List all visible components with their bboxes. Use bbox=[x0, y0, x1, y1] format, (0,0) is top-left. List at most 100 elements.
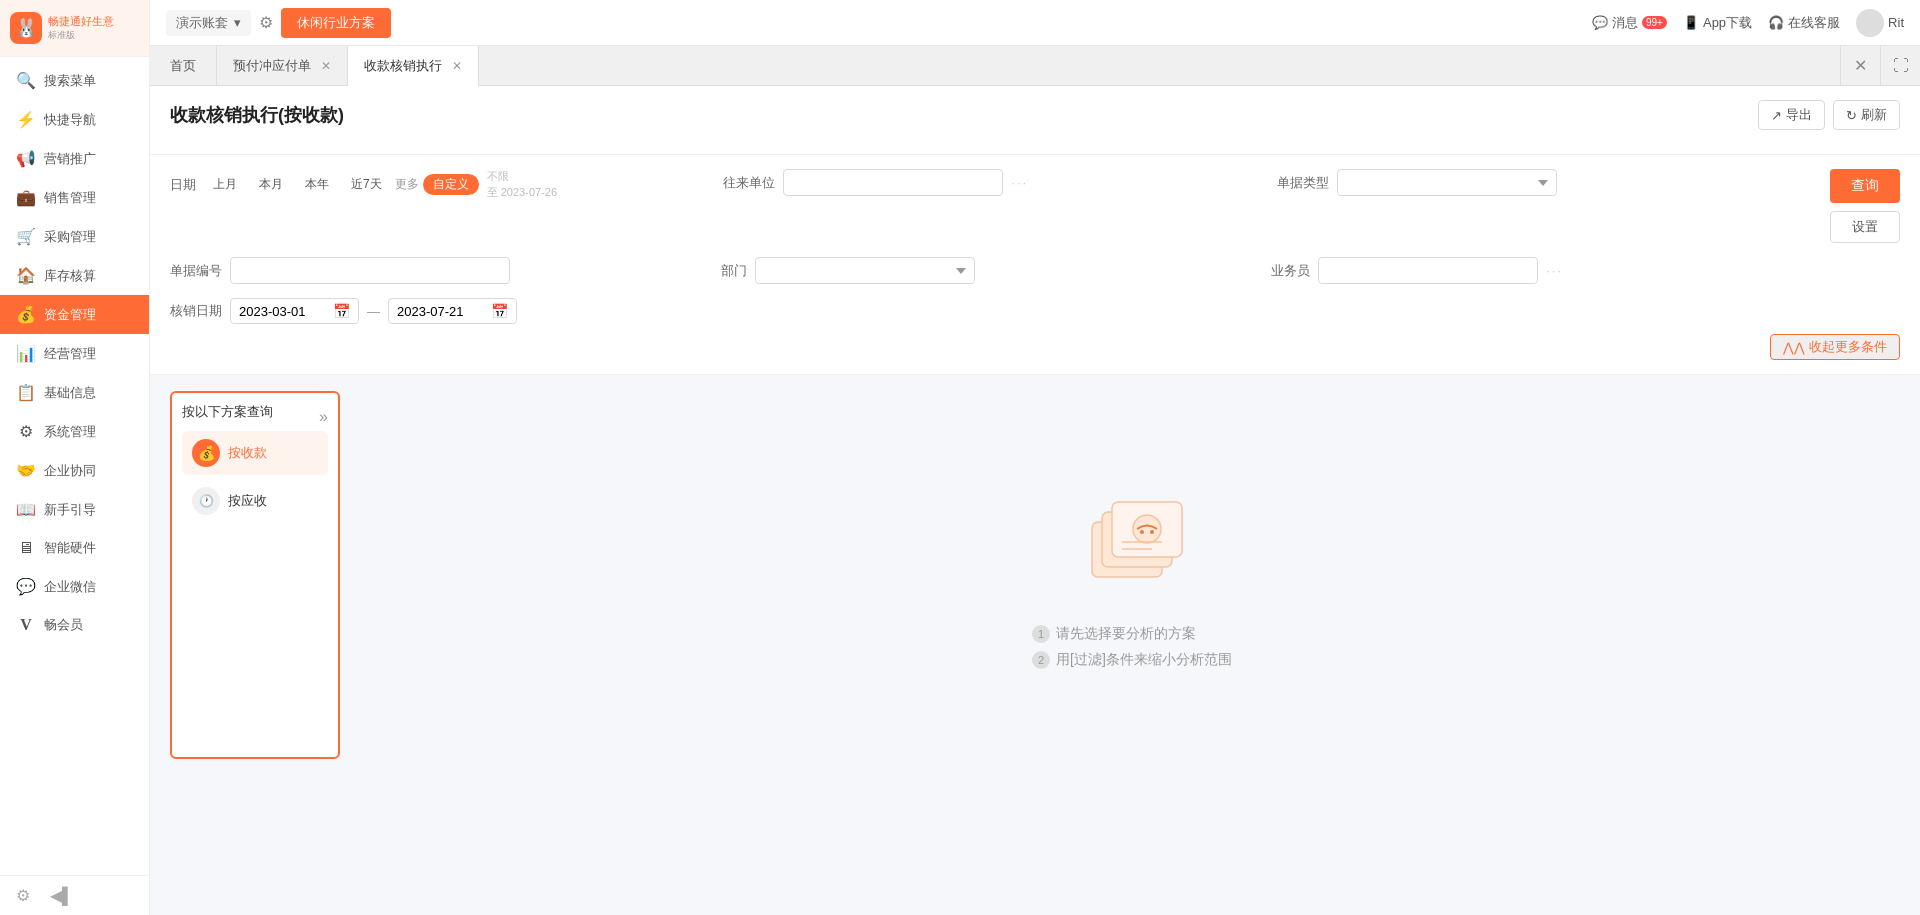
empty-tip-1: 请先选择要分析的方案 bbox=[1056, 625, 1196, 643]
date-btn-7days[interactable]: 近7天 bbox=[342, 172, 391, 197]
online-service-label: 在线客服 bbox=[1788, 14, 1840, 32]
counterpart-input[interactable] bbox=[783, 169, 1003, 196]
bill-no-input[interactable] bbox=[230, 257, 510, 284]
service-icon: 🎧 bbox=[1768, 15, 1784, 30]
page-actions: ↗ 导出 ↻ 刷新 bbox=[1758, 100, 1900, 130]
sidebar-item-sales[interactable]: 💼 销售管理 bbox=[0, 178, 149, 217]
sidebar-item-label: 快捷导航 bbox=[44, 111, 96, 129]
date-btn-last-month[interactable]: 上月 bbox=[204, 172, 246, 197]
tab-prepay-close[interactable]: ✕ bbox=[321, 59, 331, 73]
sidebar-item-label: 企业协同 bbox=[44, 462, 96, 480]
counterpart-dots[interactable]: ··· bbox=[1011, 175, 1028, 190]
dept-select[interactable] bbox=[755, 257, 975, 284]
refresh-button[interactable]: ↻ 刷新 bbox=[1833, 100, 1900, 130]
sidebar-item-hardware[interactable]: 🖥 智能硬件 bbox=[0, 529, 149, 567]
sidebar-item-basic[interactable]: 📋 基础信息 bbox=[0, 373, 149, 412]
refresh-label: 刷新 bbox=[1861, 106, 1887, 124]
setting-button[interactable]: 设置 bbox=[1830, 211, 1900, 243]
date-btn-custom[interactable]: 自定义 bbox=[423, 174, 479, 195]
tab-home[interactable]: 首页 bbox=[150, 46, 217, 86]
sidebar-item-label: 企业微信 bbox=[44, 578, 96, 596]
vip-icon: V bbox=[16, 616, 36, 634]
app-download-button[interactable]: 📱 App下载 bbox=[1683, 14, 1752, 32]
filter-sidebar-item-receipt[interactable]: 💰 按收款 bbox=[182, 431, 328, 475]
empty-state: 1 请先选择要分析的方案 2 用[过滤]条件来缩小分析范围 bbox=[364, 391, 1900, 759]
collapse-sidebar-icon[interactable]: ◀▌ bbox=[50, 886, 73, 905]
svg-point-5 bbox=[1150, 530, 1154, 534]
verify-date-end-wrap: 📅 bbox=[388, 298, 517, 324]
hardware-icon: 🖥 bbox=[16, 539, 36, 557]
logo-badge: 标准版 bbox=[48, 29, 114, 42]
inventory-icon: 🏠 bbox=[16, 266, 36, 285]
sidebar-item-search[interactable]: 🔍 搜索菜单 bbox=[0, 61, 149, 100]
bill-type-select[interactable] bbox=[1337, 169, 1557, 196]
collapse-button[interactable]: ⋀⋀ 收起更多条件 bbox=[1770, 334, 1900, 360]
solution-button[interactable]: 休闲行业方案 bbox=[281, 8, 391, 38]
message-button[interactable]: 💬 消息 99+ bbox=[1592, 14, 1667, 32]
tab-home-label: 首页 bbox=[170, 57, 196, 75]
message-badge: 99+ bbox=[1642, 16, 1667, 29]
empty-tip-2: 用[过滤]条件来缩小分析范围 bbox=[1056, 651, 1232, 669]
tab-close-all-btn[interactable]: ✕ bbox=[1840, 46, 1880, 86]
date-btn-this-month[interactable]: 本月 bbox=[250, 172, 292, 197]
sidebar-item-marketing[interactable]: 📢 营销推广 bbox=[0, 139, 149, 178]
calendar-end-icon[interactable]: 📅 bbox=[491, 303, 508, 319]
filter-sidebar-item-receivable[interactable]: 🕐 按应收 bbox=[182, 479, 328, 523]
tab-prepay-label: 预付冲应付单 bbox=[233, 57, 311, 75]
receivable-scheme-label: 按应收 bbox=[228, 492, 267, 510]
company-name: 演示账套 bbox=[176, 14, 228, 32]
tab-receipt[interactable]: 收款核销执行 ✕ bbox=[348, 46, 479, 86]
date-btn-this-year[interactable]: 本年 bbox=[296, 172, 338, 197]
verify-date-end-input[interactable] bbox=[397, 304, 487, 319]
filter-panel: 日期 上月 本月 本年 近7天 更多 自定义 不限 至 2023-07-26 bbox=[150, 155, 1920, 375]
tab-receipt-label: 收款核销执行 bbox=[364, 57, 442, 75]
receipt-scheme-icon: 💰 bbox=[192, 439, 220, 467]
query-actions: 查询 设置 bbox=[1830, 169, 1900, 243]
sidebar-item-label: 系统管理 bbox=[44, 423, 96, 441]
sidebar-item-system[interactable]: ⚙ 系统管理 bbox=[0, 412, 149, 451]
online-service-button[interactable]: 🎧 在线客服 bbox=[1768, 14, 1840, 32]
export-button[interactable]: ↗ 导出 bbox=[1758, 100, 1825, 130]
sidebar-item-label: 智能硬件 bbox=[44, 539, 96, 557]
calendar-start-icon[interactable]: 📅 bbox=[333, 303, 350, 319]
date-btn-more[interactable]: 更多 bbox=[395, 176, 419, 193]
filter-sidebar-title: 按以下方案查询 bbox=[182, 403, 273, 421]
sidebar-item-label: 搜索菜单 bbox=[44, 72, 96, 90]
sidebar-menu: 🔍 搜索菜单 ⚡ 快捷导航 📢 营销推广 💼 销售管理 🛒 采购管理 🏠 库存核… bbox=[0, 57, 149, 875]
user-info[interactable]: Rit bbox=[1856, 9, 1904, 37]
tab-prepay[interactable]: 预付冲应付单 ✕ bbox=[217, 46, 348, 86]
username: Rit bbox=[1888, 15, 1904, 30]
tab-expand-btn[interactable]: ⛶ bbox=[1880, 46, 1920, 86]
content-body: 按以下方案查询 » 💰 按收款 🕐 按应收 bbox=[150, 375, 1920, 775]
filter-sidebar-collapse-icon[interactable]: » bbox=[319, 408, 328, 426]
purchase-icon: 🛒 bbox=[16, 227, 36, 246]
page-title: 收款核销执行(按收款) bbox=[170, 103, 344, 127]
sidebar-item-quicknav[interactable]: ⚡ 快捷导航 bbox=[0, 100, 149, 139]
sidebar-item-finance[interactable]: 💰 资金管理 bbox=[0, 295, 149, 334]
verify-date-start-input[interactable] bbox=[239, 304, 329, 319]
filter-sidebar: 按以下方案查询 » 💰 按收款 🕐 按应收 bbox=[170, 391, 340, 759]
cooperation-icon: 🤝 bbox=[16, 461, 36, 480]
verify-date-start-wrap: 📅 bbox=[230, 298, 359, 324]
sidebar-item-label: 畅会员 bbox=[44, 616, 83, 634]
sidebar-item-inventory[interactable]: 🏠 库存核算 bbox=[0, 256, 149, 295]
settings-bottom-icon[interactable]: ⚙ bbox=[16, 886, 30, 905]
app-download-label: App下载 bbox=[1703, 14, 1752, 32]
sidebar-item-vip[interactable]: V 畅会员 bbox=[0, 606, 149, 644]
salesman-input[interactable] bbox=[1318, 257, 1538, 284]
sidebar-item-purchase[interactable]: 🛒 采购管理 bbox=[0, 217, 149, 256]
sidebar-item-guide[interactable]: 📖 新手引导 bbox=[0, 490, 149, 529]
sidebar-item-wechat[interactable]: 💬 企业微信 bbox=[0, 567, 149, 606]
sidebar-item-management[interactable]: 📊 经营管理 bbox=[0, 334, 149, 373]
refresh-icon: ↻ bbox=[1846, 108, 1857, 123]
topbar-gear-icon[interactable]: ⚙ bbox=[259, 13, 273, 32]
sidebar-item-cooperation[interactable]: 🤝 企业协同 bbox=[0, 451, 149, 490]
sidebar: 🐰 畅捷通好生意 标准版 🔍 搜索菜单 ⚡ 快捷导航 📢 营销推广 💼 销售管理… bbox=[0, 0, 150, 915]
sales-icon: 💼 bbox=[16, 188, 36, 207]
query-button[interactable]: 查询 bbox=[1830, 169, 1900, 203]
finance-icon: 💰 bbox=[16, 305, 36, 324]
tab-receipt-close[interactable]: ✕ bbox=[452, 59, 462, 73]
salesman-dots[interactable]: ··· bbox=[1546, 263, 1563, 278]
page-content: 收款核销执行(按收款) ↗ 导出 ↻ 刷新 日期 bbox=[150, 86, 1920, 915]
company-selector[interactable]: 演示账套 ▾ bbox=[166, 10, 251, 36]
